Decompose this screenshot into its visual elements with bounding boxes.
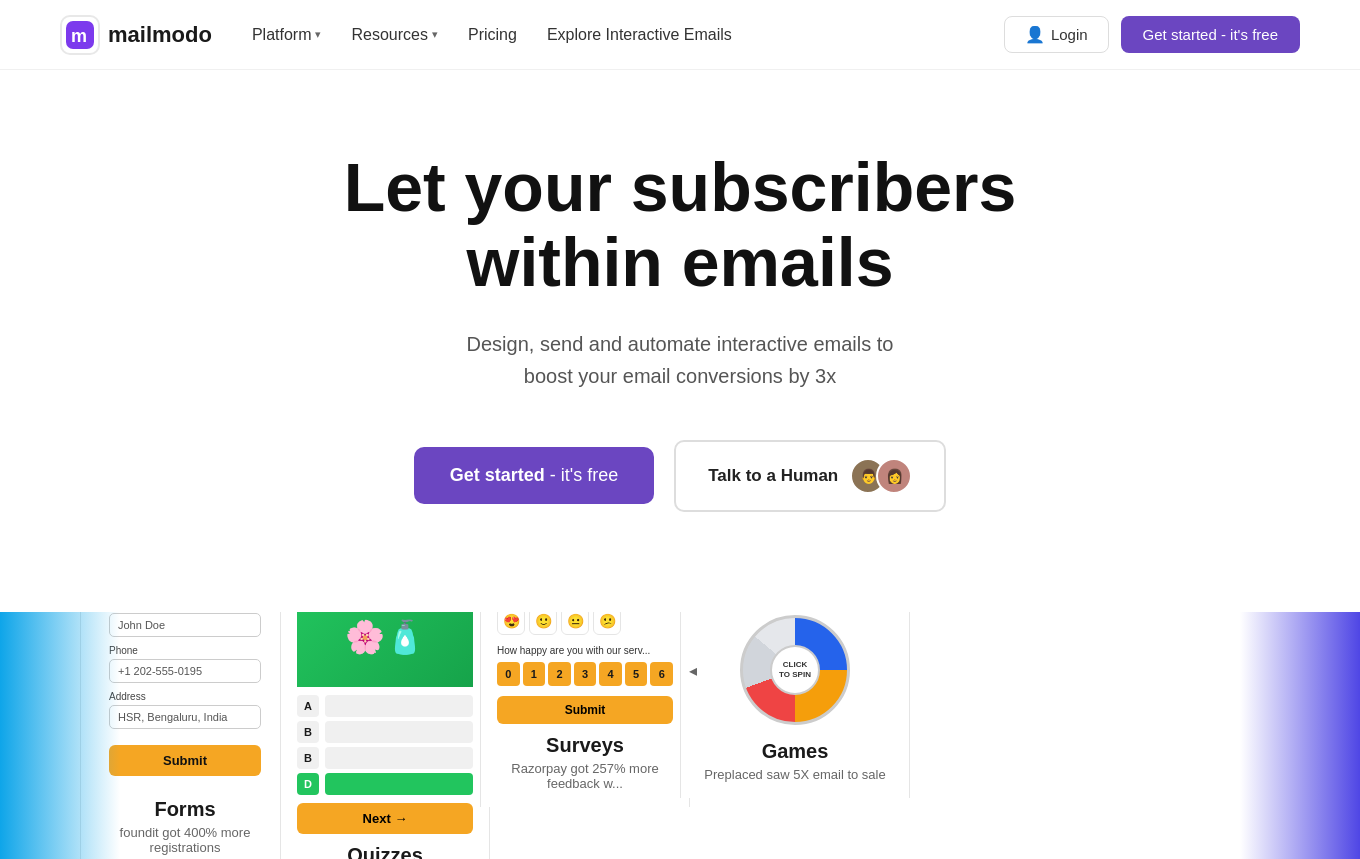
gradient-left: [0, 612, 120, 859]
form-field-phone: Phone +1 202-555-0195: [109, 645, 261, 683]
quiz-image: 🌸🧴: [297, 612, 473, 687]
option-key-a: A: [297, 695, 319, 717]
forms-title: Forms: [97, 798, 273, 821]
quiz-option-d: D: [297, 773, 473, 795]
form-label-phone: Phone: [109, 645, 261, 656]
num-opt-3[interactable]: 3: [574, 662, 597, 686]
chevron-down-icon: ▾: [432, 28, 438, 41]
option-key-b: B: [297, 721, 319, 743]
forms-preview: Name John Doe Phone +1 202-555-0195 Addr…: [97, 612, 273, 788]
surveys-title: Surveys: [497, 734, 673, 757]
option-key-d: D: [297, 773, 319, 795]
num-opt-4[interactable]: 4: [599, 662, 622, 686]
games-title: Games: [697, 740, 893, 763]
forms-desc: foundit got 400% more registrations: [97, 825, 273, 855]
option-bar-a: [325, 695, 473, 717]
form-input-phone[interactable]: +1 202-555-0195: [109, 659, 261, 683]
option-bar-d: [325, 773, 473, 795]
hero-subtitle: Design, send and automate interactive em…: [250, 328, 1110, 392]
emoji-row: 😍 🙂 😐 😕: [497, 612, 673, 635]
avatar-2: 👩: [876, 458, 912, 494]
quizzes-card-inner: 🌸🧴 A B B D: [281, 612, 489, 859]
option-bar-b2: [325, 747, 473, 769]
emoji-opt-3[interactable]: 😐: [561, 612, 589, 635]
emoji-opt-4[interactable]: 😕: [593, 612, 621, 635]
logo-text: mailmodo: [108, 22, 212, 48]
form-field-address: Address HSR, Bengaluru, India: [109, 691, 261, 729]
navbar-left: m mailmodo Platform ▾ Resources ▾ Pricin…: [60, 15, 732, 55]
hero-title: Let your subscribers within emails: [250, 150, 1110, 300]
product-card-quizzes: 🌸🧴 A B B D: [280, 612, 490, 859]
num-opt-2[interactable]: 2: [548, 662, 571, 686]
svg-text:m: m: [71, 26, 87, 46]
nav-links: Platform ▾ Resources ▾ Pricing Explore I…: [252, 18, 732, 52]
wheel-center[interactable]: CLICKTO SPIN: [770, 645, 820, 695]
login-button[interactable]: 👤 Login: [1004, 16, 1109, 53]
logo-icon: m: [60, 15, 100, 55]
nav-item-interactive-emails[interactable]: Explore Interactive Emails: [547, 18, 732, 52]
nav-item-resources[interactable]: Resources ▾: [351, 18, 437, 52]
num-opt-6[interactable]: 6: [650, 662, 673, 686]
navbar-right: 👤 Login Get started - it's free: [1004, 16, 1300, 53]
products-track: Name John Doe Phone +1 202-555-0195 Addr…: [80, 612, 1280, 859]
survey-question-2: How happy are you with our serv...: [497, 645, 673, 656]
nav-item-pricing[interactable]: Pricing: [468, 18, 517, 52]
quizzes-title: Quizzes: [297, 844, 473, 859]
products-section: Name John Doe Phone +1 202-555-0195 Addr…: [0, 612, 1360, 859]
surveys-desc: Razorpay got 257% more feedback w...: [497, 761, 673, 791]
product-card-games: Spin the wheel ◂ CLICKTO SPIN Games Prep…: [680, 612, 910, 798]
product-card-surveys: How would you rate your pur... 😍 🙂 😐 😕 H…: [480, 612, 690, 807]
nav-item-platform[interactable]: Platform ▾: [252, 18, 322, 52]
form-label-address: Address: [109, 691, 261, 702]
number-row: 0 1 2 3 4 5 6: [497, 662, 673, 686]
get-started-button[interactable]: Get started - it's free: [414, 447, 655, 504]
logo[interactable]: m mailmodo: [60, 15, 212, 55]
games-desc: Preplaced saw 5X email to sale: [697, 767, 893, 782]
form-field-name: Name John Doe: [109, 612, 261, 637]
form-submit-button[interactable]: Submit: [109, 745, 261, 776]
form-input-name[interactable]: John Doe: [109, 613, 261, 637]
option-key-b2: B: [297, 747, 319, 769]
hero-buttons: Get started - it's free Talk to a Human …: [250, 440, 1110, 512]
hero-section: Let your subscribers within emails Desig…: [230, 70, 1130, 572]
wheel-arrow-icon: ◂: [689, 660, 697, 679]
num-opt-0[interactable]: 0: [497, 662, 520, 686]
get-started-nav-button[interactable]: Get started - it's free: [1121, 16, 1300, 53]
user-icon: 👤: [1025, 25, 1045, 44]
wheel-container: ◂ CLICKTO SPIN: [697, 612, 893, 730]
form-input-address[interactable]: HSR, Bengaluru, India: [109, 705, 261, 729]
quiz-option-b: B: [297, 721, 473, 743]
chevron-down-icon: ▾: [315, 28, 321, 41]
surveys-card-inner: How would you rate your pur... 😍 🙂 😐 😕 H…: [481, 612, 689, 807]
num-opt-1[interactable]: 1: [523, 662, 546, 686]
games-card-inner: Spin the wheel ◂ CLICKTO SPIN Games Prep…: [681, 612, 909, 798]
gradient-right: [1240, 612, 1360, 859]
emoji-opt-2[interactable]: 🙂: [529, 612, 557, 635]
talk-to-human-button[interactable]: Talk to a Human 👨 👩: [674, 440, 946, 512]
num-opt-5[interactable]: 5: [625, 662, 648, 686]
quiz-options: A B B D: [297, 687, 473, 803]
option-bar-b: [325, 721, 473, 743]
quiz-option-b2: B: [297, 747, 473, 769]
survey-submit-button[interactable]: Submit: [497, 696, 673, 724]
quiz-next-button[interactable]: Next →: [297, 803, 473, 834]
emoji-opt-1[interactable]: 😍: [497, 612, 525, 635]
quiz-option-a: A: [297, 695, 473, 717]
human-avatars: 👨 👩: [850, 458, 912, 494]
navbar: m mailmodo Platform ▾ Resources ▾ Pricin…: [0, 0, 1360, 70]
spin-wheel[interactable]: CLICKTO SPIN: [740, 615, 850, 725]
